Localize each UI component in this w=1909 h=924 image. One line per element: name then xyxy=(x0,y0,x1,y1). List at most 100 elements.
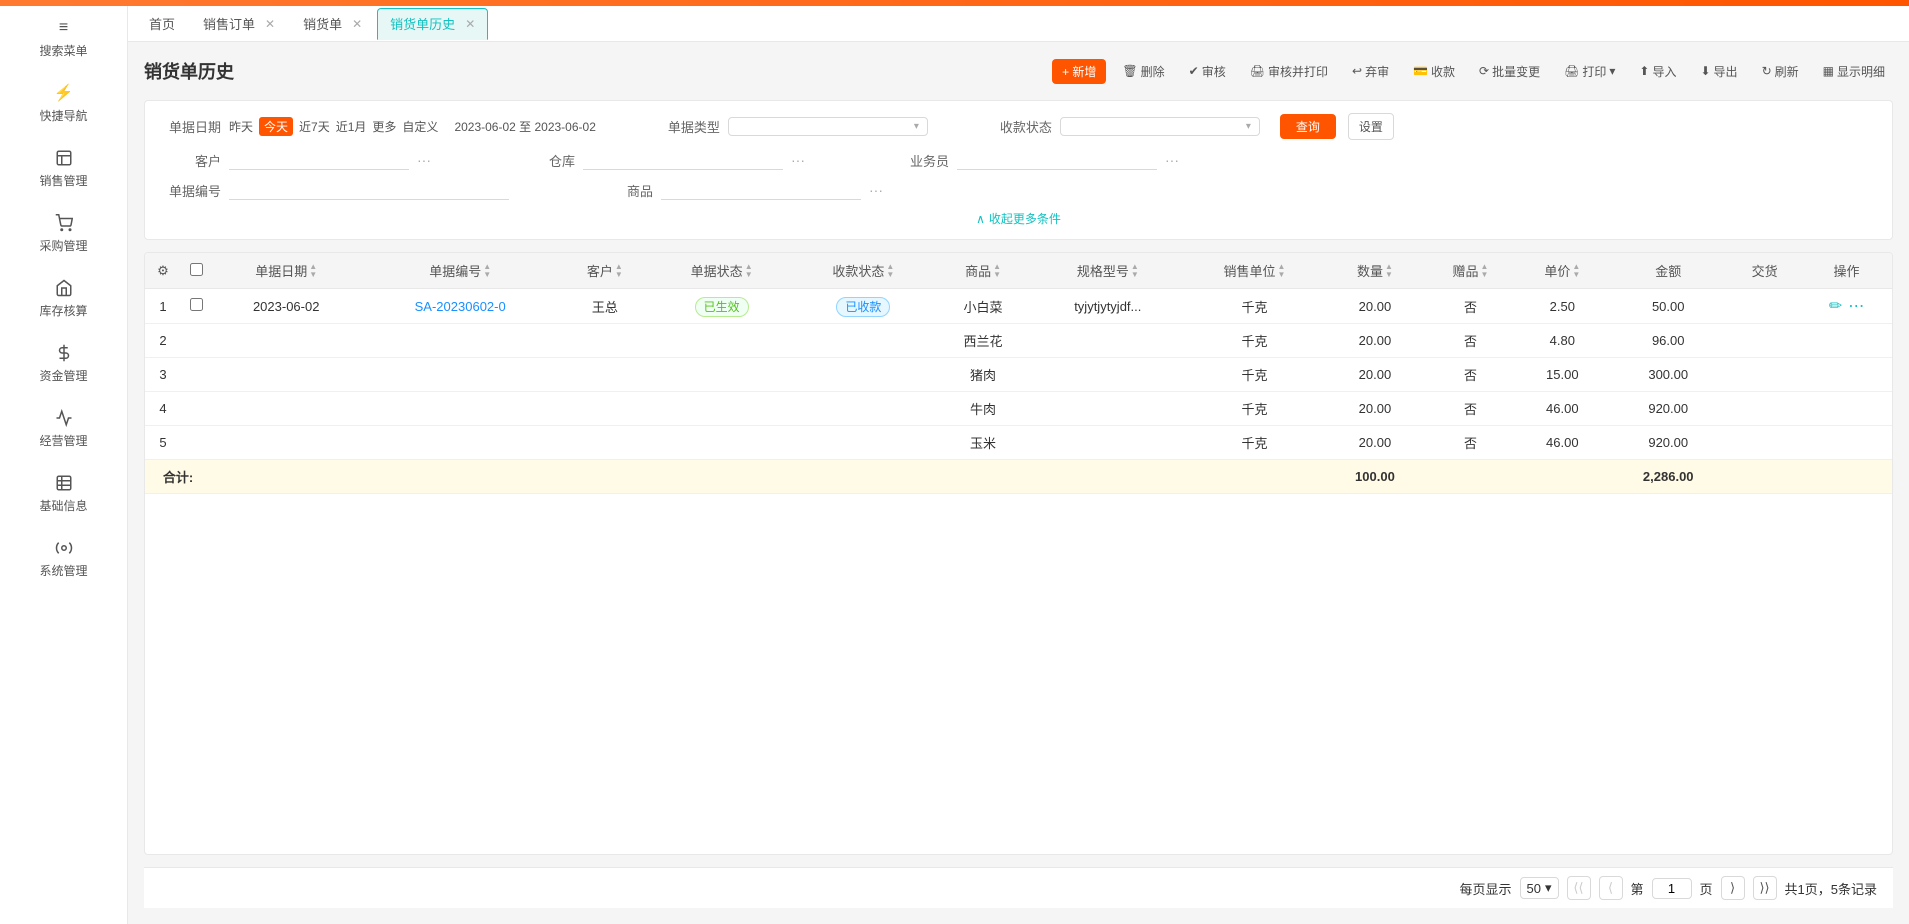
cell-checkbox xyxy=(181,392,211,426)
payment-select[interactable]: ▾ xyxy=(1060,117,1260,136)
col-customer-header[interactable]: 客户▲▼ xyxy=(559,253,651,289)
tab-home[interactable]: 首页 xyxy=(136,8,188,40)
shortcut-more[interactable]: 更多 xyxy=(372,118,396,135)
select-all-checkbox[interactable] xyxy=(190,263,203,276)
sort-price[interactable]: 单价▲▼ xyxy=(1544,261,1580,280)
row-checkbox[interactable] xyxy=(190,298,203,311)
sort-date[interactable]: 单据日期▲▼ xyxy=(255,261,317,280)
col-settings[interactable]: ⚙ xyxy=(145,253,181,289)
data-table: ⚙ 单据日期▲▼ 单据编号▲▼ 客户▲▼ 单据状态▲▼ 收款状态▲▼ 商品▲▼ … xyxy=(145,253,1892,494)
more-action-btn[interactable]: ⋯ xyxy=(1848,296,1864,316)
col-docnum-header[interactable]: 单据编号▲▼ xyxy=(361,253,559,289)
tab-sales-order[interactable]: 销售订单 ✕ xyxy=(190,8,288,40)
cell-actions: ✏ ⋯ xyxy=(1801,289,1892,324)
sidebar-item-search-menu[interactable]: ≡ 搜索菜单 xyxy=(0,6,127,71)
next-page-button[interactable]: ⟩ xyxy=(1721,876,1745,900)
page-label-pre: 第 xyxy=(1631,879,1644,898)
tab-sales-delivery-close[interactable]: ✕ xyxy=(352,17,362,31)
warehouse-ellipsis[interactable]: ··· xyxy=(791,152,805,168)
sort-gift[interactable]: 赠品▲▼ xyxy=(1452,261,1488,280)
settings-filter-button[interactable]: 设置 xyxy=(1348,113,1394,140)
pay-status-badge: 已收款 xyxy=(836,297,890,317)
customer-input[interactable] xyxy=(229,150,409,170)
show-detail-button[interactable]: ▦ 显示明细 xyxy=(1815,59,1893,84)
first-page-button[interactable]: ⟨⟨ xyxy=(1567,876,1591,900)
collapse-button[interactable]: ∧ 收起更多条件 xyxy=(161,210,1876,227)
col-paystatus-header[interactable]: 收款状态▲▼ xyxy=(792,253,934,289)
sort-spec[interactable]: 规格型号▲▼ xyxy=(1077,261,1139,280)
cell-actions xyxy=(1801,392,1892,426)
date-range-value[interactable]: 2023-06-02 至 2023-06-02 xyxy=(454,118,595,135)
sidebar-item-operations[interactable]: 经营管理 xyxy=(0,396,127,461)
audit-button[interactable]: ✔ 审核 xyxy=(1181,59,1234,84)
agent-label: 业务员 xyxy=(889,151,949,170)
col-docstatus-header[interactable]: 单据状态▲▼ xyxy=(651,253,793,289)
delete-button[interactable]: 🗑 删除 xyxy=(1114,59,1172,84)
toolbar: + 新增 🗑 删除 ✔ 审核 🖨 审核并打印 ↩ xyxy=(1052,59,1893,84)
collect-button[interactable]: 💳 收款 xyxy=(1405,59,1463,84)
type-select[interactable]: ▾ xyxy=(728,117,928,136)
sidebar-item-finance[interactable]: 资金管理 xyxy=(0,331,127,396)
print-button[interactable]: 🖨 打印 ▾ xyxy=(1556,59,1623,84)
tab-sales-delivery[interactable]: 销货单 ✕ xyxy=(290,8,375,40)
refresh-button[interactable]: ↻ 刷新 xyxy=(1754,59,1807,84)
sidebar-item-sales-mgmt[interactable]: 销售管理 xyxy=(0,136,127,201)
docnum-input[interactable] xyxy=(229,180,509,200)
goods-ellipsis[interactable]: ··· xyxy=(869,182,883,198)
col-gift-header[interactable]: 赠品▲▼ xyxy=(1425,253,1517,289)
doc-num-link[interactable]: SA-20230602-0 xyxy=(415,299,506,314)
tab-sales-history[interactable]: 销货单历史 ✕ xyxy=(377,8,488,40)
edit-action-btn[interactable]: ✏ xyxy=(1829,296,1842,316)
sidebar-item-purchase-mgmt[interactable]: 采购管理 xyxy=(0,201,127,266)
customer-ellipsis[interactable]: ··· xyxy=(417,152,431,168)
cell-unit: 千克 xyxy=(1184,426,1326,460)
tab-sales-order-close[interactable]: ✕ xyxy=(265,17,275,31)
payment-arrow-icon: ▾ xyxy=(1246,121,1251,132)
page-number-input[interactable] xyxy=(1652,878,1692,899)
shortcut-7days[interactable]: 近7天 xyxy=(299,118,330,135)
filter-row-1: 单据日期 昨天 今天 近7天 近1月 更多 自定义 2023-06-02 至 2… xyxy=(161,113,1876,140)
col-goods-header[interactable]: 商品▲▼ xyxy=(934,253,1032,289)
page-size-select[interactable]: 50 ▾ xyxy=(1520,877,1559,899)
col-amount-header: 金额 xyxy=(1608,253,1728,289)
col-unit-header[interactable]: 销售单位▲▼ xyxy=(1184,253,1326,289)
sort-paystatus[interactable]: 收款状态▲▼ xyxy=(832,261,894,280)
sidebar-item-inventory[interactable]: 库存核算 xyxy=(0,266,127,331)
sidebar-item-quick-nav[interactable]: ⚡ 快捷导航 xyxy=(0,71,127,136)
col-qty-header[interactable]: 数量▲▼ xyxy=(1325,253,1424,289)
search-menu-icon: ≡ xyxy=(54,18,74,38)
sort-goods[interactable]: 商品▲▼ xyxy=(965,261,1001,280)
shortcut-today[interactable]: 今天 xyxy=(259,117,293,136)
agent-ellipsis[interactable]: ··· xyxy=(1165,152,1179,168)
cell-price: 15.00 xyxy=(1516,358,1608,392)
prev-page-button[interactable]: ⟨ xyxy=(1599,876,1623,900)
goods-label: 商品 xyxy=(593,181,653,200)
sort-qty[interactable]: 数量▲▼ xyxy=(1357,261,1393,280)
import-button[interactable]: ⬆ 导入 xyxy=(1631,59,1684,84)
last-page-button[interactable]: ⟩⟩ xyxy=(1753,876,1777,900)
col-price-header[interactable]: 单价▲▼ xyxy=(1516,253,1608,289)
new-button[interactable]: + 新增 xyxy=(1052,59,1106,84)
sales-mgmt-icon xyxy=(54,148,74,168)
cell-docstatus xyxy=(651,426,793,460)
sidebar-item-basic-info[interactable]: 基础信息 xyxy=(0,461,127,526)
col-date-header[interactable]: 单据日期▲▼ xyxy=(211,253,361,289)
export-button[interactable]: ⬇ 导出 xyxy=(1692,59,1745,84)
audit-print-button[interactable]: 🖨 审核并打印 xyxy=(1242,59,1336,84)
shortcut-yesterday[interactable]: 昨天 xyxy=(229,118,253,135)
sidebar-item-system-mgmt[interactable]: 系统管理 xyxy=(0,526,127,591)
shortcut-custom[interactable]: 自定义 xyxy=(402,118,438,135)
sort-unit[interactable]: 销售单位▲▼ xyxy=(1224,261,1286,280)
col-spec-header[interactable]: 规格型号▲▼ xyxy=(1032,253,1184,289)
warehouse-input[interactable] xyxy=(583,150,783,170)
sort-docstatus[interactable]: 单据状态▲▼ xyxy=(691,261,753,280)
shortcut-1month[interactable]: 近1月 xyxy=(336,118,367,135)
sort-docnum[interactable]: 单据编号▲▼ xyxy=(429,261,491,280)
tab-sales-history-close[interactable]: ✕ xyxy=(465,17,475,31)
abandon-button[interactable]: ↩ 弃审 xyxy=(1344,59,1397,84)
query-button[interactable]: 查询 xyxy=(1280,114,1336,139)
batch-change-button[interactable]: ⟳ 批量变更 xyxy=(1471,59,1548,84)
agent-input[interactable] xyxy=(957,150,1157,170)
sort-customer[interactable]: 客户▲▼ xyxy=(587,261,623,280)
goods-input[interactable] xyxy=(661,180,861,200)
